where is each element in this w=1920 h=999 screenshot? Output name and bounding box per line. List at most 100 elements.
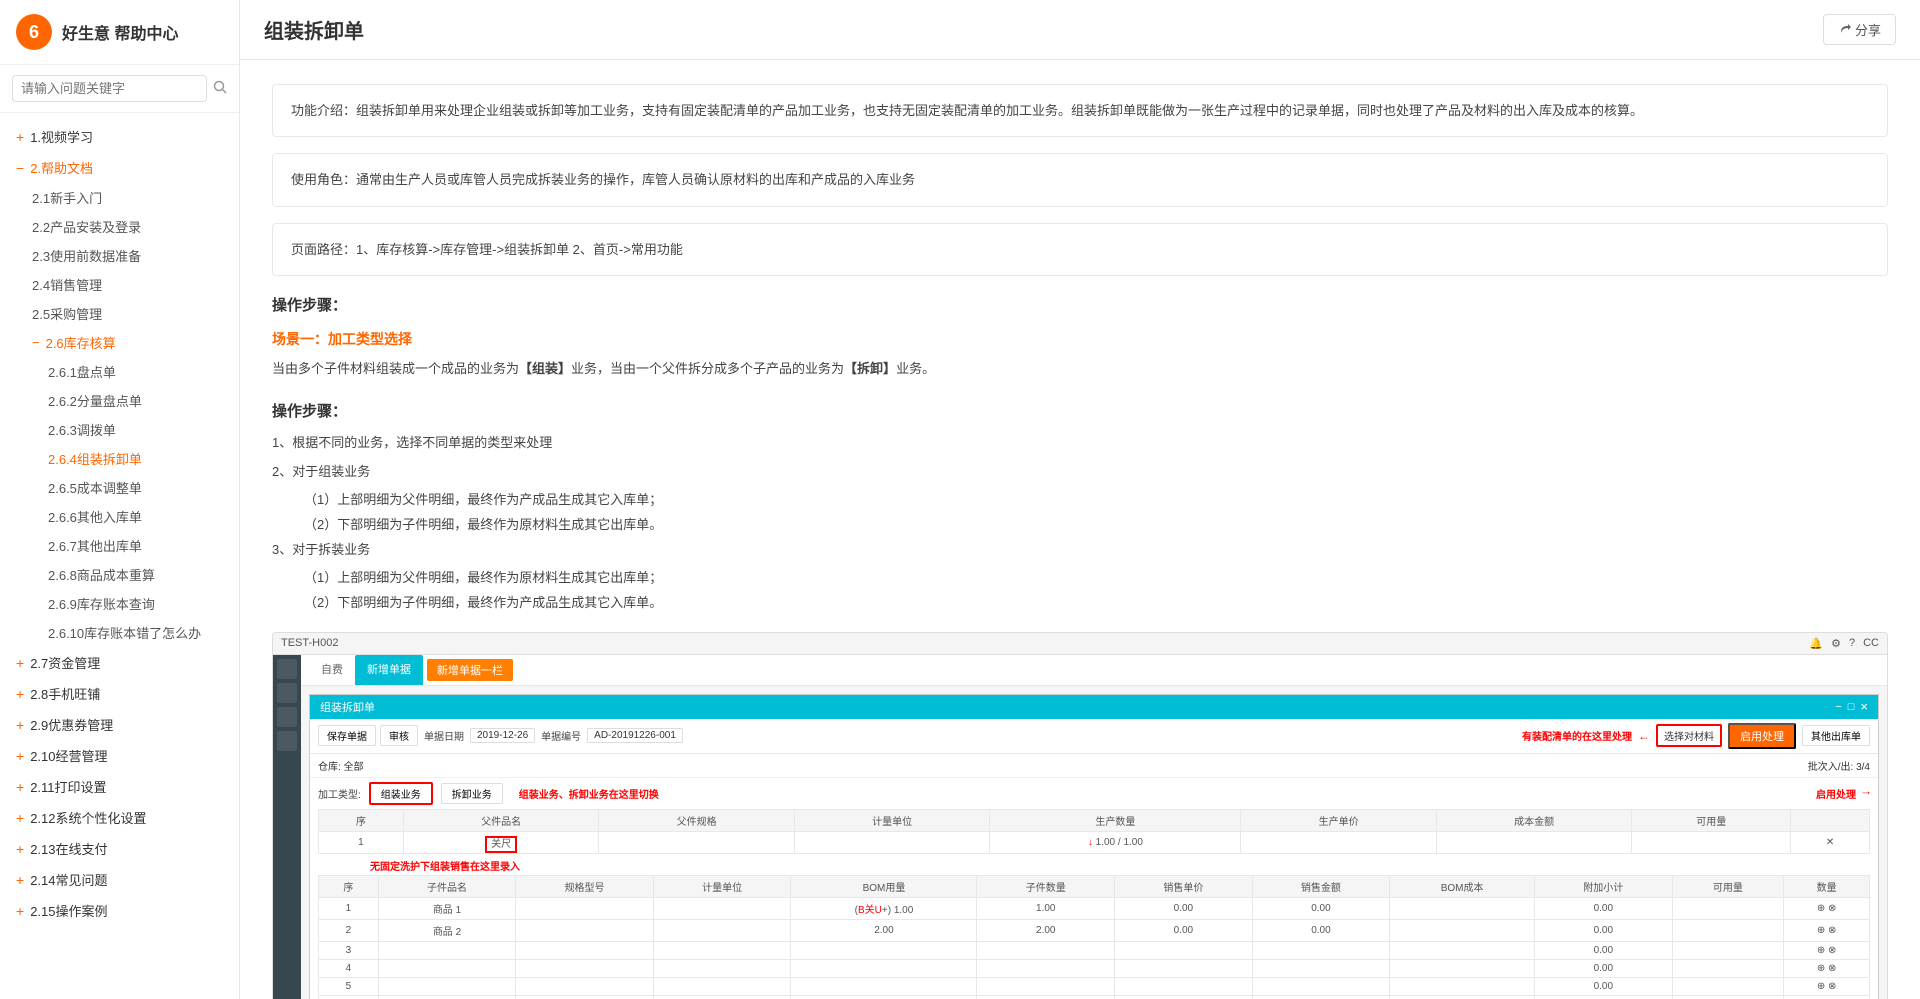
cth-bom-qty: BOM用量 bbox=[791, 875, 977, 897]
sidebar-item-other-out[interactable]: 2.6.7其他出库单 bbox=[40, 531, 239, 560]
sc-layout: 自费 新增单据 新增单据一栏 组装拆卸单 bbox=[273, 655, 1887, 999]
sc-audit-btn[interactable]: 审核 bbox=[380, 725, 418, 746]
sidebar-item-cases[interactable]: + 2.15操作案例 bbox=[0, 895, 239, 926]
sc-sidebar-icon-1 bbox=[277, 659, 297, 679]
sidebar-item-faq[interactable]: + 2.14常见问题 bbox=[0, 864, 239, 895]
expand-icon: + bbox=[16, 717, 24, 733]
sidebar-item-print[interactable]: + 2.11打印设置 bbox=[0, 771, 239, 802]
sc-type-disassembly[interactable]: 拆卸业务 bbox=[441, 783, 503, 804]
sidebar-item-coupon[interactable]: + 2.9优惠券管理 bbox=[0, 709, 239, 740]
search-input[interactable] bbox=[12, 75, 207, 102]
sidebar-item-purchase[interactable]: 2.5采购管理 bbox=[24, 299, 239, 328]
sidebar-item-label: 2.8手机旺铺 bbox=[30, 684, 100, 703]
th-seq: 序 bbox=[319, 809, 404, 831]
sc-type-assembly[interactable]: 组装业务 bbox=[369, 782, 433, 805]
sc-maximize[interactable]: □ bbox=[1848, 701, 1855, 713]
sidebar-item-inventory-ledger[interactable]: 2.6.9库存账本查询 bbox=[40, 589, 239, 618]
sc-processing-btn[interactable]: 启用处理 bbox=[1728, 723, 1796, 749]
content-area: 功能介绍：组装拆卸单用来处理企业组装或拆卸等加工业务，支持有固定装配清单的产品加… bbox=[240, 60, 1920, 999]
table-row: 1 关尺 ↓ bbox=[319, 831, 1870, 853]
role-text: 使用角色：通常由生产人员或库管人员完成拆装业务的操作，库管人员确认原材料的出库和… bbox=[291, 172, 915, 187]
sc-other-btn[interactable]: 其他出库单 bbox=[1802, 725, 1870, 746]
cth-spec: 规格型号 bbox=[516, 875, 654, 897]
sc-tab-home[interactable]: 自费 bbox=[309, 655, 355, 685]
sidebar-item-finance[interactable]: + 2.7资金管理 bbox=[0, 647, 239, 678]
sc-child-table: 序 子件品名 规格型号 计量单位 BOM用量 子件数量 销售单价 bbox=[318, 875, 1870, 999]
sc-sidebar-icon-3 bbox=[277, 707, 297, 727]
cth-child-name: 子件品名 bbox=[378, 875, 516, 897]
expand-icon: + bbox=[16, 779, 24, 795]
cth-unit: 计量单位 bbox=[653, 875, 791, 897]
sc-close[interactable]: × bbox=[1860, 699, 1868, 714]
td-price bbox=[1241, 831, 1437, 853]
sidebar-item-ops[interactable]: + 2.10经营管理 bbox=[0, 740, 239, 771]
sidebar-item-custom[interactable]: + 2.12系统个性化设置 bbox=[0, 802, 239, 833]
sc-sidebar bbox=[273, 655, 301, 999]
search-icon bbox=[213, 80, 227, 94]
sc-parent-table-header-row: 序 父件品名 父件规格 计量单位 生产数量 生产单价 成本金额 bbox=[319, 809, 1870, 831]
expand-icon: + bbox=[16, 655, 24, 671]
expand-icon: + bbox=[16, 841, 24, 857]
sc-toolbar: 保存单据 审核 单据日期 2019-12-26 单据编号 AD-20191226… bbox=[310, 719, 1878, 754]
screenshot-inner: TEST-H002 🔔 ⚙ ? CC bbox=[273, 633, 1887, 999]
sidebar-item-split-stocktake[interactable]: 2.6.2分量盘点单 bbox=[40, 386, 239, 415]
sidebar-item-ledger-error[interactable]: 2.6.10库存账本错了怎么办 bbox=[40, 618, 239, 647]
sc-add-btn[interactable]: 新增单据一栏 bbox=[427, 659, 513, 681]
page-title: 组装拆卸单 bbox=[264, 15, 364, 44]
share-button[interactable]: 分享 bbox=[1823, 14, 1896, 45]
step3-1: （1）上部明细为父件明细，最终作为原材料生成其它出库单； bbox=[304, 566, 1888, 591]
scene-desc: 当由多个子件材料组装成一个成品的业务为【组装】业务，当由一个父件拆分成多个子产品… bbox=[272, 357, 1888, 382]
table-row: 2 商品 2 2.00 2.00 0.00 bbox=[319, 919, 1870, 941]
expand-icon: + bbox=[16, 129, 24, 145]
sidebar-item-data-prep[interactable]: 2.3使用前数据准备 bbox=[24, 241, 239, 270]
sidebar-item-payment[interactable]: + 2.13在线支付 bbox=[0, 833, 239, 864]
sidebar-item-stocktake[interactable]: 2.6.1盘点单 bbox=[40, 357, 239, 386]
td-row-action[interactable]: ✕ bbox=[1791, 831, 1870, 853]
sidebar-item-transfer[interactable]: 2.6.3调拨单 bbox=[40, 415, 239, 444]
top-bar: 组装拆卸单 分享 bbox=[240, 0, 1920, 60]
sc-topbar: TEST-H002 🔔 ⚙ ? CC bbox=[273, 633, 1887, 655]
sidebar-item-assembly[interactable]: 2.6.4组装拆卸单 bbox=[40, 444, 239, 473]
sidebar-item-label: 2.帮助文档 bbox=[30, 158, 93, 177]
sidebar-item-inventory[interactable]: − 2.6库存核算 bbox=[24, 328, 239, 357]
sc-minimize[interactable]: − bbox=[1835, 701, 1841, 713]
step3-2: （2）下部明细为子件明细，最终作为产成品生成其它入库单。 bbox=[304, 591, 1888, 616]
app-logo: 6 bbox=[16, 14, 52, 50]
sidebar-item-label: 2.15操作案例 bbox=[30, 901, 107, 920]
sc-icon-help: ? bbox=[1849, 637, 1855, 649]
td-avail-val bbox=[1632, 831, 1791, 853]
sidebar-item-sales[interactable]: 2.4销售管理 bbox=[24, 270, 239, 299]
sidebar-item-other-in[interactable]: 2.6.6其他入库单 bbox=[40, 502, 239, 531]
screenshot-container: TEST-H002 🔔 ⚙ ? CC bbox=[272, 632, 1888, 999]
sidebar-item-video[interactable]: + 1.视频学习 bbox=[0, 121, 239, 152]
minus-icon: − bbox=[32, 335, 40, 350]
sc-parent-table: 序 父件品名 父件规格 计量单位 生产数量 生产单价 成本金额 bbox=[318, 809, 1870, 854]
role-block: 使用角色：通常由生产人员或库管人员完成拆装业务的操作，库管人员确认原材料的出库和… bbox=[272, 153, 1888, 206]
sidebar-item-label: 2.11打印设置 bbox=[30, 777, 106, 796]
sidebar-item-label: 2.13在线支付 bbox=[30, 839, 107, 858]
sc-date-value: 2019-12-26 bbox=[470, 728, 535, 743]
sc-tab-new[interactable]: 新增单据 bbox=[355, 655, 423, 685]
arrow-no-bom: ↓ bbox=[1088, 837, 1093, 848]
th-action bbox=[1791, 809, 1870, 831]
sc-child-table-body: 1 商品 1 (B关U+) 1.00 1.00 0.00 bbox=[319, 897, 1870, 999]
cth-addl: 附加小计 bbox=[1535, 875, 1673, 897]
td-unit bbox=[794, 831, 990, 853]
sc-user: CC bbox=[1863, 637, 1879, 649]
sc-save-btn[interactable]: 保存单据 bbox=[318, 725, 376, 746]
sidebar-item-cost-adjust[interactable]: 2.6.5成本调整单 bbox=[40, 473, 239, 502]
sc-child-table-head: 序 子件品名 规格型号 计量单位 BOM用量 子件数量 销售单价 bbox=[319, 875, 1870, 897]
arrow-bom: ← bbox=[1638, 729, 1650, 743]
sidebar-item-cost-recalc[interactable]: 2.6.8商品成本重算 bbox=[40, 560, 239, 589]
sidebar-item-docs[interactable]: − 2.帮助文档 bbox=[0, 152, 239, 183]
sc-parent-table-head: 序 父件品名 父件规格 计量单位 生产数量 生产单价 成本金额 bbox=[319, 809, 1870, 831]
td-seq: 1 bbox=[319, 831, 404, 853]
sidebar-item-mobile[interactable]: + 2.8手机旺铺 bbox=[0, 678, 239, 709]
nav-area: + 1.视频学习 − 2.帮助文档 2.1新手入门 2.2产品安装及登录 2.3… bbox=[0, 113, 239, 999]
annotation-no-bom: 无固定洗护下组装销售在这里录入 bbox=[310, 858, 1878, 875]
expand-icon: + bbox=[16, 748, 24, 764]
sidebar-item-install[interactable]: 2.2产品安装及登录 bbox=[24, 212, 239, 241]
val: 1.00 / 1.00 bbox=[1096, 837, 1143, 848]
sidebar-item-beginner[interactable]: 2.1新手入门 bbox=[24, 183, 239, 212]
search-button[interactable] bbox=[213, 80, 227, 97]
